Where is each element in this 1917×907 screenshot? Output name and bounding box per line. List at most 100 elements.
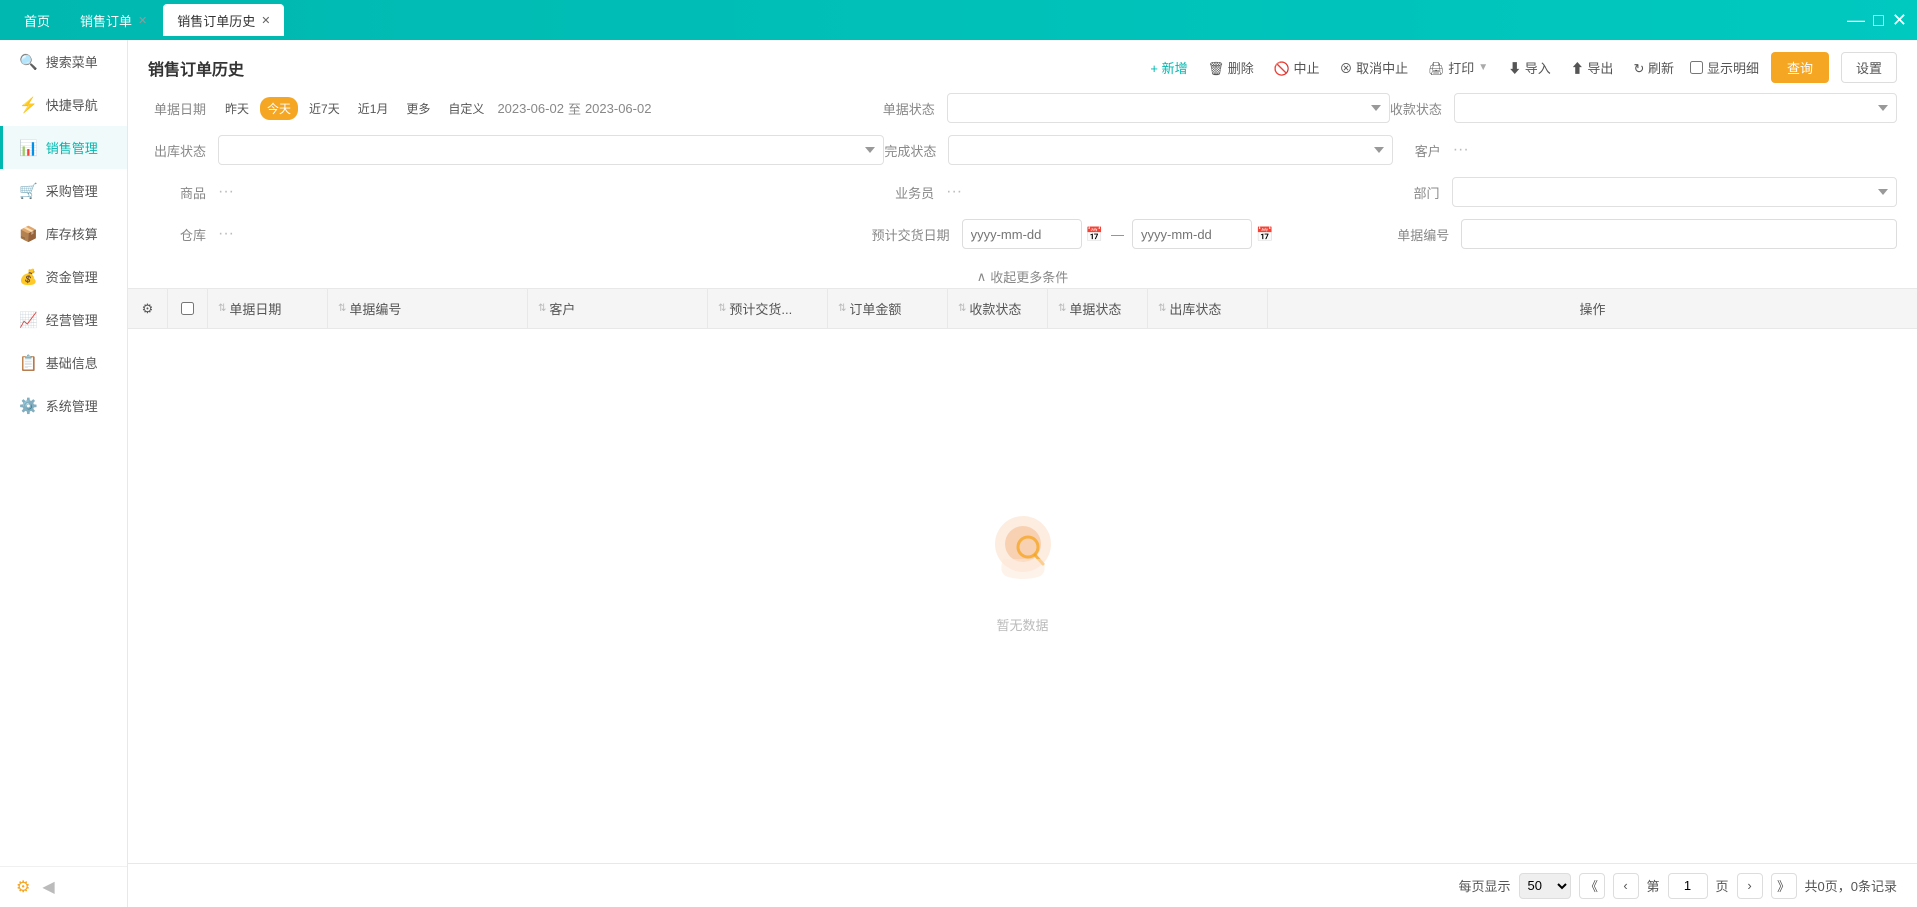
th-doc-date[interactable]: ⇅ 单据日期	[208, 289, 328, 328]
expected-date-label: 预计交货日期	[872, 225, 962, 244]
more-date-btn[interactable]: 更多	[399, 97, 437, 120]
select-all-checkbox[interactable]	[181, 302, 194, 315]
display-toggle-checkbox[interactable]	[1690, 61, 1703, 74]
th-delivery-label: 预计交货...	[729, 299, 792, 318]
first-page-btn[interactable]: 《	[1579, 873, 1605, 899]
tab-sales-order-history[interactable]: 销售订单历史 ✕	[163, 4, 284, 36]
complete-status-select[interactable]	[948, 135, 1392, 165]
inventory-icon: 📦	[19, 225, 38, 243]
department-select[interactable]	[1452, 177, 1897, 207]
new-btn-label: + 新增	[1150, 58, 1187, 77]
out-status-select[interactable]	[218, 135, 884, 165]
th-customer[interactable]: ⇅ 客户	[528, 289, 708, 328]
export-button[interactable]: ⬆ 导出	[1567, 56, 1618, 79]
tab-sales-order[interactable]: 销售订单 ✕	[66, 4, 161, 36]
sort-icon-status: ⇅	[1058, 303, 1066, 314]
prev-page-icon: ‹	[1623, 878, 1627, 893]
sidebar-item-search[interactable]: 🔍 搜索菜单	[0, 40, 127, 83]
doc-number-input[interactable]	[1461, 219, 1897, 249]
th-receipt-status[interactable]: ⇅ 收款状态	[948, 289, 1048, 328]
doc-number-field	[1461, 219, 1897, 249]
doc-status-select[interactable]	[947, 93, 1390, 123]
page-number-input[interactable]	[1668, 873, 1708, 899]
receipt-status-select[interactable]	[1454, 93, 1897, 123]
sidebar-item-purchase[interactable]: 🛒 采购管理	[0, 169, 127, 212]
sidebar-item-system[interactable]: ⚙️ 系统管理	[0, 384, 127, 427]
stop-button[interactable]: 🚫 中止	[1270, 56, 1324, 79]
calendar-from-icon[interactable]: 📅	[1086, 226, 1103, 243]
th-doc-no[interactable]: ⇅ 单据编号	[328, 289, 528, 328]
tab-sales-order-close[interactable]: ✕	[138, 14, 147, 27]
filter-row-3: 商品 ··· 业务员 ··· 部门	[148, 177, 1897, 207]
delete-button[interactable]: 🗑 删除	[1204, 56, 1258, 79]
base-info-icon: 📋	[19, 354, 38, 372]
cancel-stop-button[interactable]: ⊗ 取消中止	[1336, 56, 1413, 79]
next-page-btn[interactable]: ›	[1737, 873, 1763, 899]
th-doc-status-label: 单据状态	[1069, 299, 1121, 318]
query-button[interactable]: 查询	[1771, 52, 1829, 83]
yesterday-btn[interactable]: 昨天	[218, 97, 256, 120]
collapse-conditions-btn[interactable]: ∧ 收起更多条件	[148, 261, 1897, 288]
table-area: ⚙ ⇅ 单据日期 ⇅ 单据编号 ⇅ 客户 ⇅	[128, 288, 1917, 863]
print-dropdown-icon[interactable]: ▼	[1478, 62, 1488, 73]
th-settings[interactable]: ⚙	[128, 289, 168, 328]
department-label: 部门	[1392, 183, 1452, 202]
sidebar-item-quick-nav[interactable]: ⚡ 快捷导航	[0, 83, 127, 126]
last-month-btn[interactable]: 近1月	[351, 97, 396, 120]
expected-date-from[interactable]	[962, 219, 1082, 249]
per-page-select[interactable]: 50 20 100 200	[1519, 873, 1571, 899]
minimize-icon[interactable]: —	[1847, 10, 1865, 31]
prev-page-btn[interactable]: ‹	[1613, 873, 1639, 899]
calendar-to-icon[interactable]: 📅	[1256, 226, 1273, 243]
warehouse-field: ···	[218, 226, 872, 242]
refresh-btn-label: ↻ 刷新	[1633, 58, 1674, 77]
empty-state: 暂无数据	[128, 329, 1917, 863]
next-page-icon: ›	[1747, 878, 1751, 893]
tab-sales-order-history-close[interactable]: ✕	[261, 14, 270, 27]
last-page-btn[interactable]: 》	[1771, 873, 1797, 899]
complete-status-field	[948, 135, 1392, 165]
refresh-button[interactable]: ↻ 刷新	[1629, 56, 1678, 79]
th-delivery[interactable]: ⇅ 预计交货...	[708, 289, 828, 328]
maximize-icon[interactable]: □	[1873, 10, 1884, 31]
toolbar: + 新增 🗑 删除 🚫 中止 ⊗ 取消中止 🖨 打印 ▼	[1146, 52, 1897, 83]
new-button[interactable]: + 新增	[1146, 56, 1191, 79]
expected-date-to[interactable]	[1132, 219, 1252, 249]
sidebar-item-operations[interactable]: 📈 经营管理	[0, 298, 127, 341]
custom-date-btn[interactable]: 自定义	[441, 97, 491, 120]
system-icon: ⚙️	[19, 397, 38, 415]
th-checkbox[interactable]	[168, 289, 208, 328]
close-window-icon[interactable]: ✕	[1892, 10, 1907, 31]
tab-home[interactable]: 首页	[10, 4, 64, 36]
sidebar-item-inventory[interactable]: 📦 库存核算	[0, 212, 127, 255]
customer-ellipsis[interactable]: ···	[1453, 142, 1469, 158]
sidebar-quick-nav-label: 快捷导航	[46, 95, 98, 114]
sidebar-item-base-info[interactable]: 📋 基础信息	[0, 341, 127, 384]
sidebar-item-sales[interactable]: 📊 销售管理	[0, 126, 127, 169]
th-amount[interactable]: ⇅ 订单金额	[828, 289, 948, 328]
th-doc-status[interactable]: ⇅ 单据状态	[1048, 289, 1148, 328]
receipt-status-field	[1454, 93, 1897, 123]
sort-icon-customer: ⇅	[538, 303, 546, 314]
page-suffix: 页	[1716, 876, 1729, 895]
collapse-sidebar-icon[interactable]: ◀	[42, 877, 54, 897]
th-out-status[interactable]: ⇅ 出库状态	[1148, 289, 1268, 328]
sidebar-finance-label: 资金管理	[46, 267, 98, 286]
product-label: 商品	[148, 183, 218, 202]
product-ellipsis[interactable]: ···	[218, 184, 234, 200]
th-out-status-label: 出库状态	[1169, 299, 1221, 318]
last7-btn[interactable]: 近7天	[302, 97, 347, 120]
warehouse-ellipsis[interactable]: ···	[218, 226, 234, 242]
warehouse-label: 仓库	[148, 225, 218, 244]
out-status-label: 出库状态	[148, 141, 218, 160]
sort-icon-amount: ⇅	[838, 303, 846, 314]
settings-button[interactable]: 设置	[1841, 52, 1897, 83]
sidebar-item-finance[interactable]: 💰 资金管理	[0, 255, 127, 298]
import-button[interactable]: ⬇ 导入	[1504, 56, 1555, 79]
print-button[interactable]: 🖨 打印 ▼	[1424, 56, 1492, 79]
th-amount-label: 订单金额	[849, 299, 901, 318]
date-quick-buttons: 昨天 今天 近7天 近1月 更多 自定义	[218, 97, 491, 120]
salesman-ellipsis[interactable]: ···	[946, 184, 962, 200]
settings-bottom-icon[interactable]: ⚙	[16, 877, 30, 897]
today-btn[interactable]: 今天	[260, 97, 298, 120]
